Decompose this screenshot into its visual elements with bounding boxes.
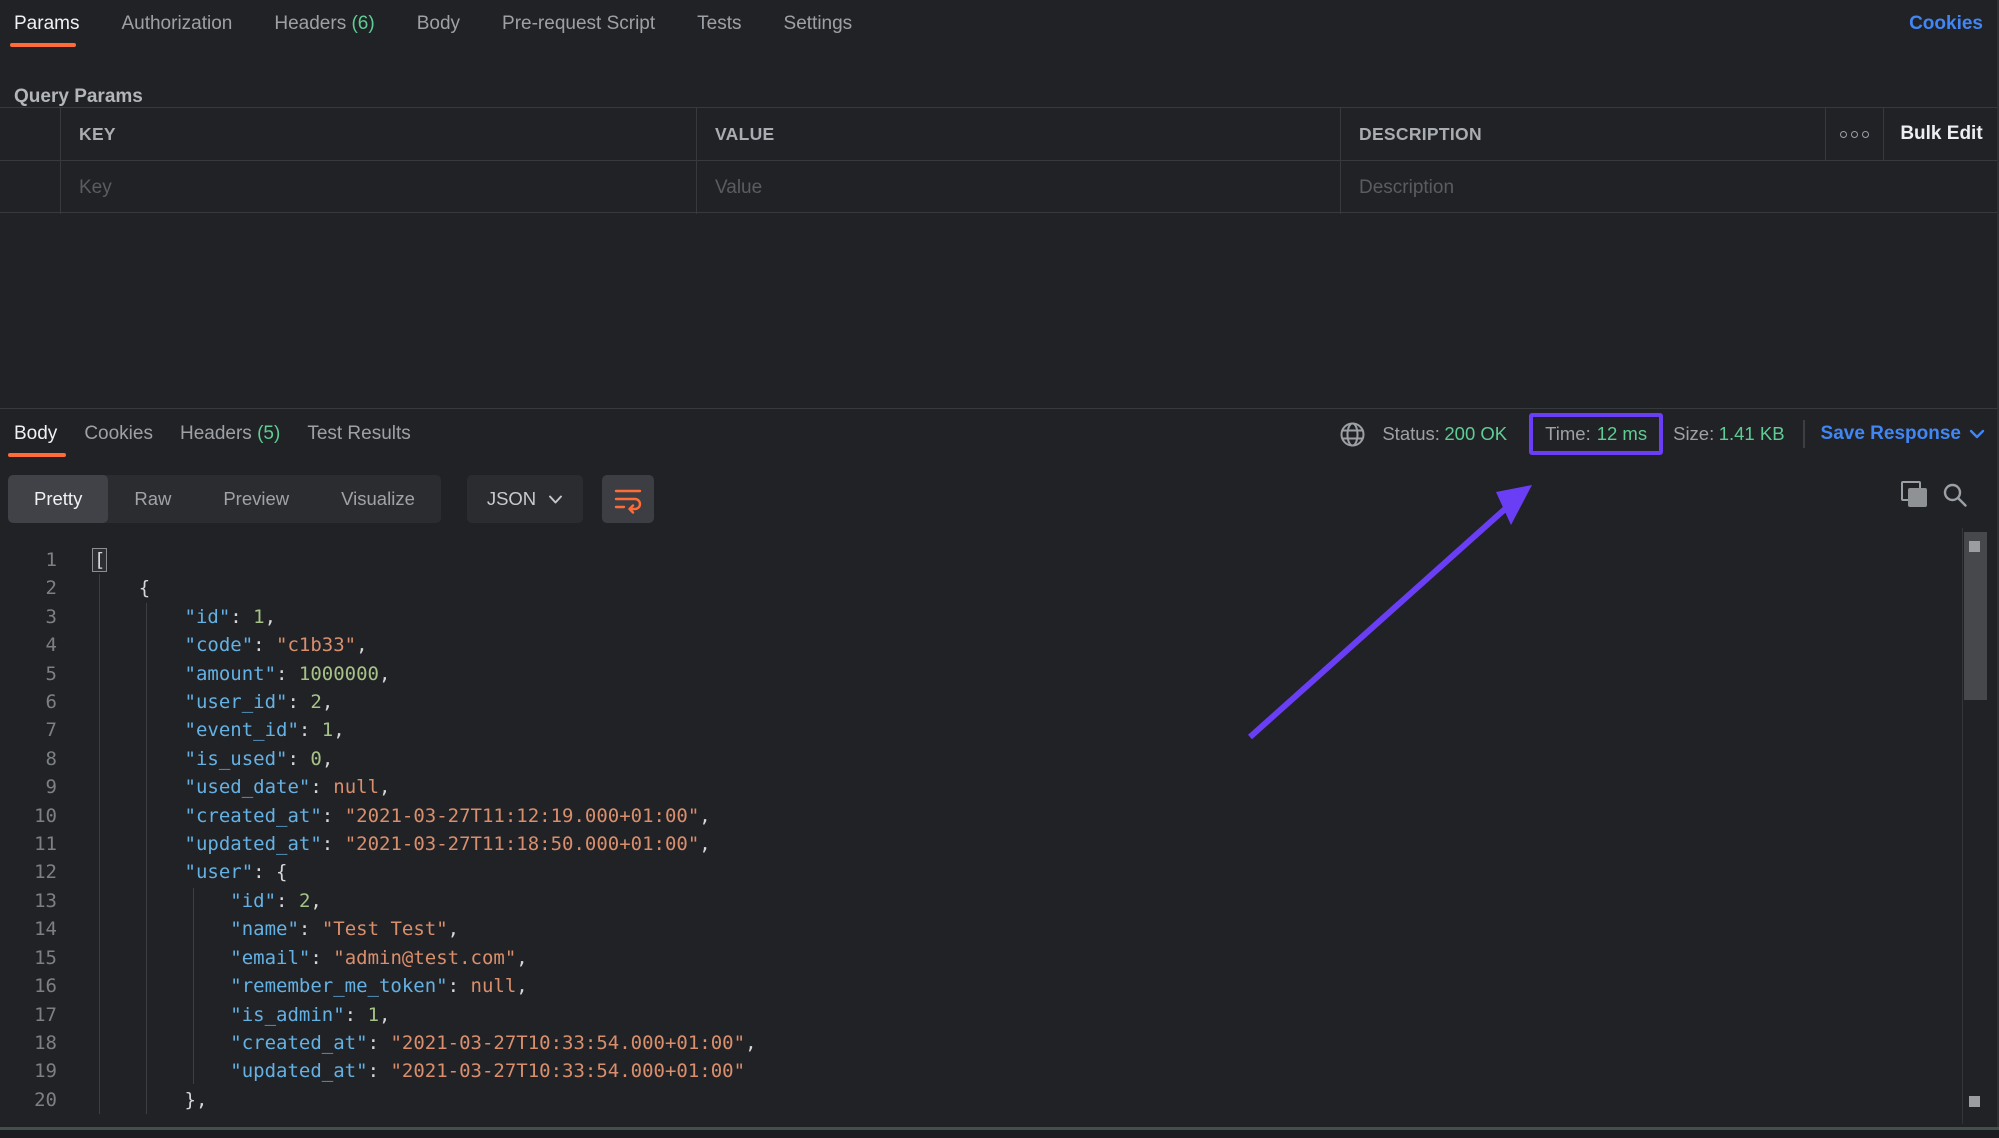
code-line: 7 "event_id": 1, <box>0 716 1950 744</box>
row-handle-cell <box>0 161 60 214</box>
network-globe-icon <box>1339 421 1366 448</box>
code-line: 17 "is_admin": 1, <box>0 1001 1950 1029</box>
view-mode-raw[interactable]: Raw <box>108 475 197 523</box>
size-value: 1.41 KB <box>1719 423 1785 445</box>
query-params-title: Query Params <box>14 86 143 108</box>
code-line: 8 "is_used": 0, <box>0 745 1950 773</box>
code-line: 15 "email": "admin@test.com", <box>0 944 1950 972</box>
more-options-icon <box>1840 131 1869 138</box>
code-line: 18 "created_at": "2021-03-27T10:33:54.00… <box>0 1029 1950 1057</box>
row-handle-cell <box>0 108 60 160</box>
query-params-table: KEY VALUE DESCRIPTION Bulk Edit Key Valu… <box>0 107 1999 213</box>
headers-count: (6) <box>351 13 374 34</box>
code-line: 3 "id": 1, <box>0 603 1950 631</box>
format-dropdown[interactable]: JSON <box>467 475 583 523</box>
code-line: 1[ <box>0 546 1950 574</box>
param-key-input[interactable]: Key <box>60 161 696 214</box>
response-view-toolbar: Pretty Raw Preview Visualize JSON <box>0 475 1999 523</box>
size-label: Size: <box>1673 423 1714 445</box>
column-header-description: DESCRIPTION <box>1359 124 1482 145</box>
time-value: 12 ms <box>1597 423 1647 445</box>
tab-params[interactable]: Params <box>14 13 79 35</box>
code-line: 19 "updated_at": "2021-03-27T10:33:54.00… <box>0 1057 1950 1085</box>
active-tab-indicator <box>10 43 76 47</box>
bulk-edit-button[interactable]: Bulk Edit <box>1900 123 1982 145</box>
view-mode-preview[interactable]: Preview <box>197 475 315 523</box>
tab-tests[interactable]: Tests <box>697 13 741 35</box>
code-line: 2 { <box>0 574 1950 602</box>
code-line: 10 "created_at": "2021-03-27T11:12:19.00… <box>0 802 1950 830</box>
response-tab-cookies[interactable]: Cookies <box>84 423 153 445</box>
code-line: 11 "updated_at": "2021-03-27T11:18:50.00… <box>0 830 1950 858</box>
response-tab-body[interactable]: Body <box>14 423 57 445</box>
code-line: 16 "remember_me_token": null, <box>0 972 1950 1000</box>
copy-button[interactable] <box>1901 481 1931 511</box>
response-body-code[interactable]: 1[2 {3 "id": 1,4 "code": "c1b33",5 "amou… <box>0 546 1950 1114</box>
bottom-bar <box>0 1130 1999 1138</box>
wrap-text-toggle[interactable] <box>602 475 654 523</box>
column-header-key: KEY <box>79 124 116 145</box>
table-header-row: KEY VALUE DESCRIPTION Bulk Edit <box>0 108 1999 161</box>
scrollbar-thumb[interactable] <box>1964 532 1987 700</box>
status-label: Status: <box>1382 423 1440 445</box>
param-description-input[interactable]: Description <box>1340 161 1999 214</box>
view-mode-visualize[interactable]: Visualize <box>315 475 441 523</box>
active-response-tab-indicator <box>8 453 66 457</box>
divider <box>1803 420 1805 448</box>
table-row: Key Value Description <box>0 161 1999 214</box>
code-line: 6 "user_id": 2, <box>0 688 1950 716</box>
scrollbar-bottom-nub <box>1969 1096 1980 1107</box>
code-line: 9 "used_date": null, <box>0 773 1950 801</box>
response-section-header: Body Cookies Headers (5) Test Results St… <box>0 408 1999 458</box>
time-label: Time: <box>1545 423 1591 445</box>
request-tab-bar: Params Authorization Headers (6) Body Pr… <box>14 0 852 47</box>
tab-settings[interactable]: Settings <box>784 13 853 35</box>
scrollbar-top-nub <box>1969 541 1980 552</box>
annotation-highlight-box: Time: 12 ms <box>1529 413 1663 455</box>
search-icon <box>1941 481 1969 509</box>
more-options-button[interactable] <box>1825 108 1883 160</box>
chevron-down-icon <box>548 494 563 505</box>
code-line: 14 "name": "Test Test", <box>0 915 1950 943</box>
response-tab-bar: Body Cookies Headers (5) Test Results <box>14 409 411 459</box>
status-value: 200 OK <box>1444 423 1507 445</box>
response-headers-count: (5) <box>257 423 280 444</box>
scrollbar-track <box>1962 528 1963 1124</box>
tab-authorization[interactable]: Authorization <box>121 13 232 35</box>
code-line: 13 "id": 2, <box>0 887 1950 915</box>
view-mode-switcher: Pretty Raw Preview Visualize <box>8 475 441 523</box>
code-line: 4 "code": "c1b33", <box>0 631 1950 659</box>
postman-request-response-panel: Params Authorization Headers (6) Body Pr… <box>0 0 1999 1138</box>
code-line: 12 "user": { <box>0 858 1950 886</box>
search-button[interactable] <box>1941 481 1969 509</box>
code-line: 20 }, <box>0 1086 1950 1114</box>
param-value-input[interactable]: Value <box>696 161 1340 214</box>
response-meta: Status: 200 OK Time: 12 ms Size: 1.41 KB… <box>1339 409 1985 459</box>
wrap-text-icon <box>613 484 643 514</box>
cookies-link[interactable]: Cookies <box>1909 13 1983 35</box>
code-line: 5 "amount": 1000000, <box>0 660 1950 688</box>
tab-headers[interactable]: Headers (6) <box>274 13 374 35</box>
column-header-value: VALUE <box>715 124 775 145</box>
chevron-down-icon <box>1969 428 1985 440</box>
save-response-button[interactable]: Save Response <box>1821 423 1985 445</box>
tab-pre-request-script[interactable]: Pre-request Script <box>502 13 655 35</box>
view-mode-pretty[interactable]: Pretty <box>8 475 108 523</box>
response-tab-test-results[interactable]: Test Results <box>307 423 410 445</box>
response-tab-headers[interactable]: Headers (5) <box>180 423 280 445</box>
tab-body[interactable]: Body <box>417 13 460 35</box>
